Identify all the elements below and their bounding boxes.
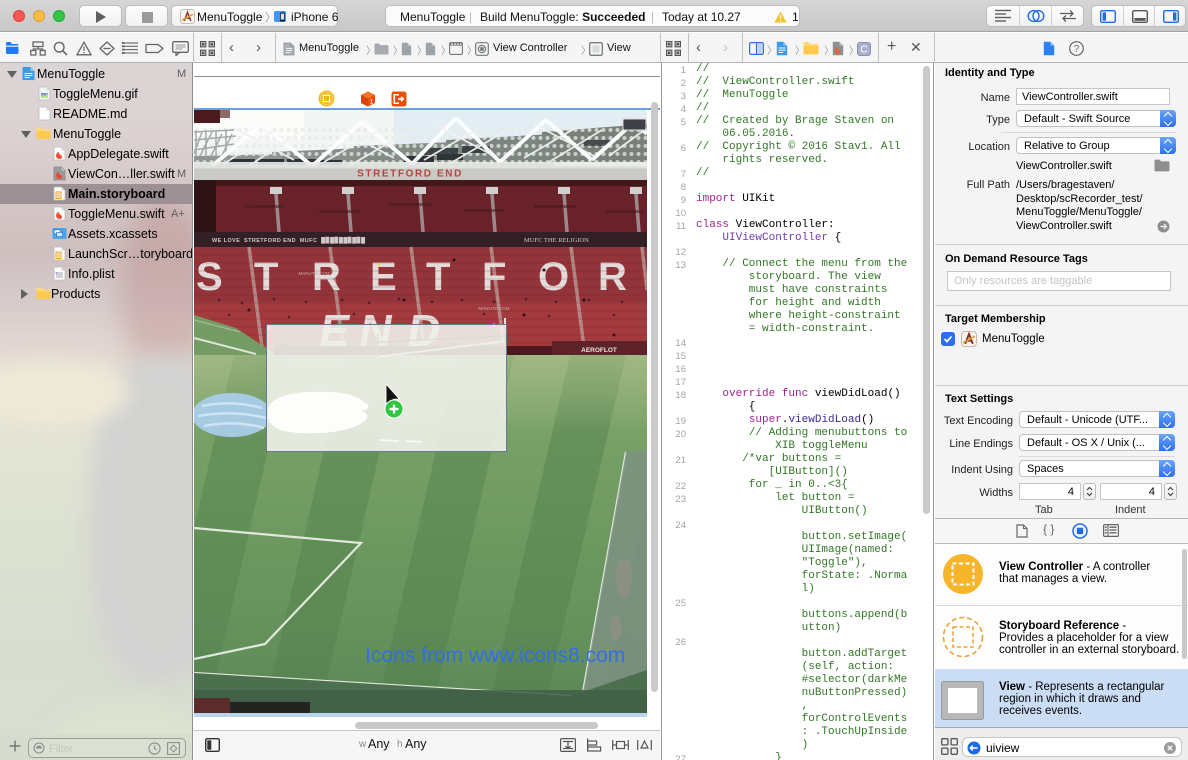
svg-text:S: S	[196, 255, 223, 299]
svg-text:MANUTD.COM: MANUTD.COM	[479, 306, 510, 311]
svg-text:E: E	[370, 255, 397, 299]
svg-text:C: C	[860, 45, 867, 56]
svg-text:AEROFLOT: AEROFLOT	[581, 347, 617, 354]
svg-text:MUFC THE RELIGION: MUFC THE RELIGION	[524, 237, 589, 244]
svg-text:R: R	[312, 255, 341, 299]
svg-text:Icons from www.icons8.com: Icons from www.icons8.com	[365, 644, 625, 667]
svg-text:T: T	[254, 255, 278, 299]
svg-text:1: 1	[370, 99, 374, 106]
svg-text:WE LOVE STRETFORD END MUFC: WE LOVE STRETFORD END MUFC █▉█▉██▉█▉█	[212, 236, 365, 244]
svg-text:MANUTD.COM: MANUTD.COM	[299, 271, 330, 276]
svg-text:T: T	[426, 255, 450, 299]
svg-text:F: F	[482, 255, 506, 299]
svg-text:?: ?	[1074, 44, 1080, 55]
svg-text:R: R	[598, 255, 627, 299]
svg-text:STRETFORD END: STRETFORD END	[357, 169, 463, 180]
svg-text:O: O	[538, 255, 569, 299]
